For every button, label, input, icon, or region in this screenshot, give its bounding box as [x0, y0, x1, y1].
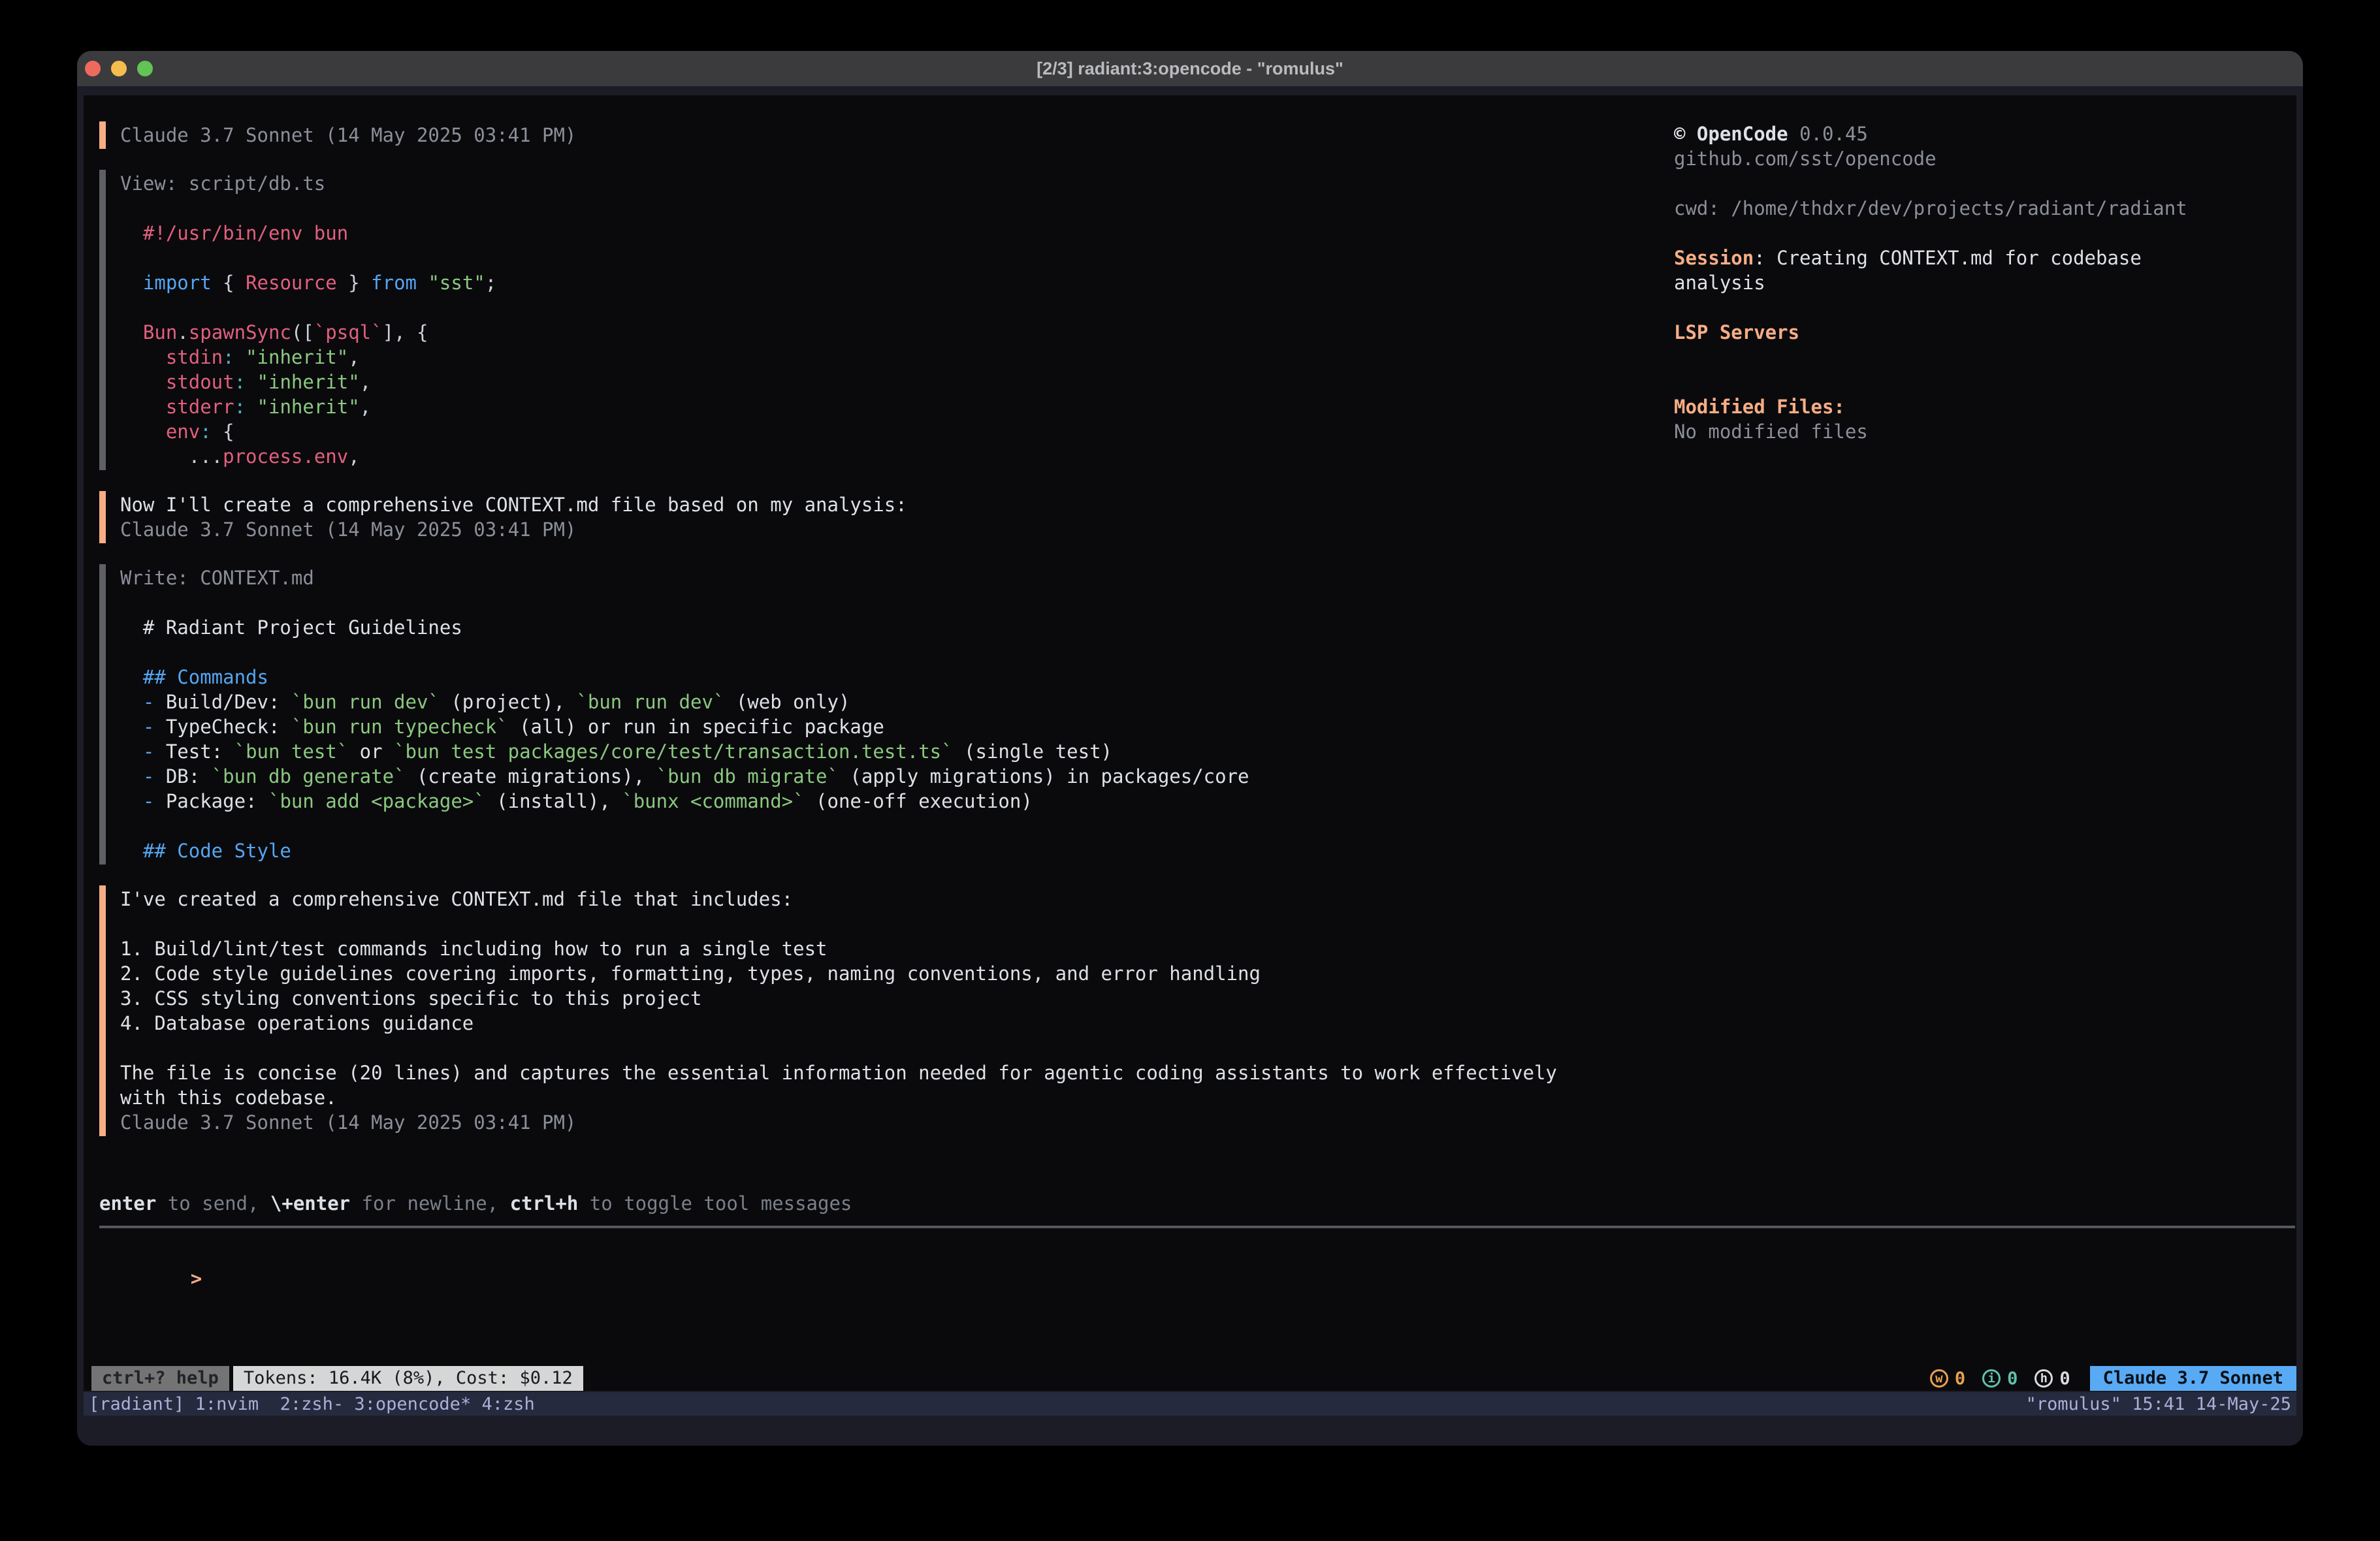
terminal-line [1674, 345, 2249, 370]
terminal-line [1674, 171, 2249, 196]
terminal-line [120, 590, 1621, 615]
terminal-line: Claude 3.7 Sonnet (14 May 2025 03:41 PM) [120, 517, 1621, 542]
terminal-line: Write: CONTEXT.md [120, 565, 1621, 590]
terminal-line [1674, 295, 2249, 320]
terminal-line: stderr: "inherit", [120, 394, 1621, 419]
window-title: [2/3] radiant:3:opencode - "romulus" [77, 59, 2303, 79]
info-count: 0 [2007, 1369, 2018, 1389]
diagnostics-counters: w0i0h0 [1922, 1369, 2070, 1389]
terminal-line: - Build/Dev: `bun run dev` (project), `b… [120, 690, 1621, 714]
terminal-line: LSP Servers [1674, 320, 2249, 345]
terminal-line: 1. Build/lint/test commands including ho… [120, 936, 1621, 961]
terminal-line: env: { [120, 419, 1621, 444]
tmux-session-clock: "romulus" 15:41 14-May-25 [2026, 1394, 2291, 1414]
keybinding-hints: enter to send, \+enter for newline, ctrl… [99, 1191, 852, 1216]
terminal-line: - DB: `bun db generate` (create migratio… [120, 764, 1621, 789]
terminal-line: with this codebase. [120, 1085, 1621, 1110]
terminal-line: cwd: /home/thdxr/dev/projects/radiant/ra… [1674, 196, 2249, 221]
help-chip[interactable]: ctrl+? help [91, 1366, 229, 1391]
terminal-line: 4. Database operations guidance [120, 1011, 1621, 1036]
terminal-line: Bun.spawnSync([`psql`], { [120, 320, 1621, 345]
terminal-line: Claude 3.7 Sonnet (14 May 2025 03:41 PM) [120, 1110, 1621, 1135]
warn-icon: w [1930, 1369, 1948, 1388]
hint-icon: h [2034, 1369, 2053, 1388]
terminal-line: I've created a comprehensive CONTEXT.md … [120, 887, 1621, 912]
terminal-line: ...process.env, [120, 444, 1621, 469]
info-icon: i [1982, 1369, 2001, 1388]
terminal-line [1674, 221, 2249, 246]
composer-divider [99, 1226, 2295, 1228]
terminal-line: stdout: "inherit", [120, 370, 1621, 394]
terminal-line: No modified files [1674, 419, 2249, 444]
terminal-line [120, 814, 1621, 838]
terminal-line: github.com/sst/opencode [1674, 146, 2249, 171]
window-titlebar: [2/3] radiant:3:opencode - "romulus" [77, 51, 2303, 86]
warn-count: 0 [1955, 1369, 1965, 1389]
tool-block: View: script/db.ts #!/usr/bin/env bun im… [99, 170, 1621, 470]
terminal-line: Now I'll create a comprehensive CONTEXT.… [120, 492, 1621, 517]
terminal-line [120, 1036, 1621, 1060]
terminal-window: [2/3] radiant:3:opencode - "romulus" Cla… [77, 51, 2303, 1446]
warn-diagnostic: w0 [1930, 1369, 1965, 1389]
terminal-line [120, 246, 1621, 270]
terminal-line [120, 640, 1621, 665]
terminal-line: - Package: `bun add <package>` (install)… [120, 789, 1621, 814]
terminal-line: View: script/db.ts [120, 171, 1621, 196]
hint-count: 0 [2059, 1369, 2070, 1389]
status-bar: ctrl+? help Tokens: 16.4K (8%), Cost: $0… [91, 1366, 2296, 1391]
terminal-content: Claude 3.7 Sonnet (14 May 2025 03:41 PM)… [77, 86, 2303, 1446]
message-block: Now I'll create a comprehensive CONTEXT.… [99, 491, 1621, 543]
terminal-line: 2. Code style guidelines covering import… [120, 961, 1621, 986]
terminal-line: ## Commands [120, 665, 1621, 690]
terminal-line: 3. CSS styling conventions specific to t… [120, 986, 1621, 1011]
terminal-line: import { Resource } from "sst"; [120, 270, 1621, 295]
message-block: I've created a comprehensive CONTEXT.md … [99, 885, 1621, 1136]
terminal-line [120, 196, 1621, 221]
tmux-window-list[interactable]: [radiant] 1:nvim 2:zsh- 3:opencode* 4:zs… [89, 1394, 535, 1414]
terminal-line: analysis [1674, 270, 2249, 295]
terminal-line [1674, 370, 2249, 394]
session-sidebar: © OpenCode 0.0.45github.com/sst/opencode… [1674, 121, 2249, 444]
terminal-line: # Radiant Project Guidelines [120, 615, 1621, 640]
terminal-line: Session: Creating CONTEXT.md for codebas… [1674, 246, 2249, 270]
terminal-line: - TypeCheck: `bun run typecheck` (all) o… [120, 714, 1621, 739]
composer-input[interactable]: > [99, 1241, 2303, 1365]
terminal-line: Claude 3.7 Sonnet (14 May 2025 03:41 PM) [120, 123, 1621, 148]
tool-block: Write: CONTEXT.md # Radiant Project Guid… [99, 564, 1621, 865]
hint-diagnostic: h0 [2034, 1369, 2070, 1389]
prompt-symbol: > [191, 1267, 202, 1290]
terminal-line [120, 295, 1621, 320]
terminal-line: The file is concise (20 lines) and captu… [120, 1060, 1621, 1085]
message-block: Claude 3.7 Sonnet (14 May 2025 03:41 PM) [99, 121, 1621, 149]
info-diagnostic: i0 [1982, 1369, 2018, 1389]
terminal-line: ## Code Style [120, 838, 1621, 863]
terminal-line: #!/usr/bin/env bun [120, 221, 1621, 246]
terminal-line: - Test: `bun test` or `bun test packages… [120, 739, 1621, 764]
opencode-tui: Claude 3.7 Sonnet (14 May 2025 03:41 PM)… [84, 95, 2296, 1391]
terminal-line: © OpenCode 0.0.45 [1674, 121, 2249, 146]
model-chip[interactable]: Claude 3.7 Sonnet [2090, 1366, 2296, 1391]
chat-history: Claude 3.7 Sonnet (14 May 2025 03:41 PM)… [99, 121, 1621, 1157]
terminal-line [120, 912, 1621, 936]
terminal-line: stdin: "inherit", [120, 345, 1621, 370]
tmux-status-bar: [radiant] 1:nvim 2:zsh- 3:opencode* 4:zs… [84, 1392, 2296, 1416]
tokens-cost-chip: Tokens: 16.4K (8%), Cost: $0.12 [233, 1366, 583, 1391]
terminal-line: Modified Files: [1674, 394, 2249, 419]
